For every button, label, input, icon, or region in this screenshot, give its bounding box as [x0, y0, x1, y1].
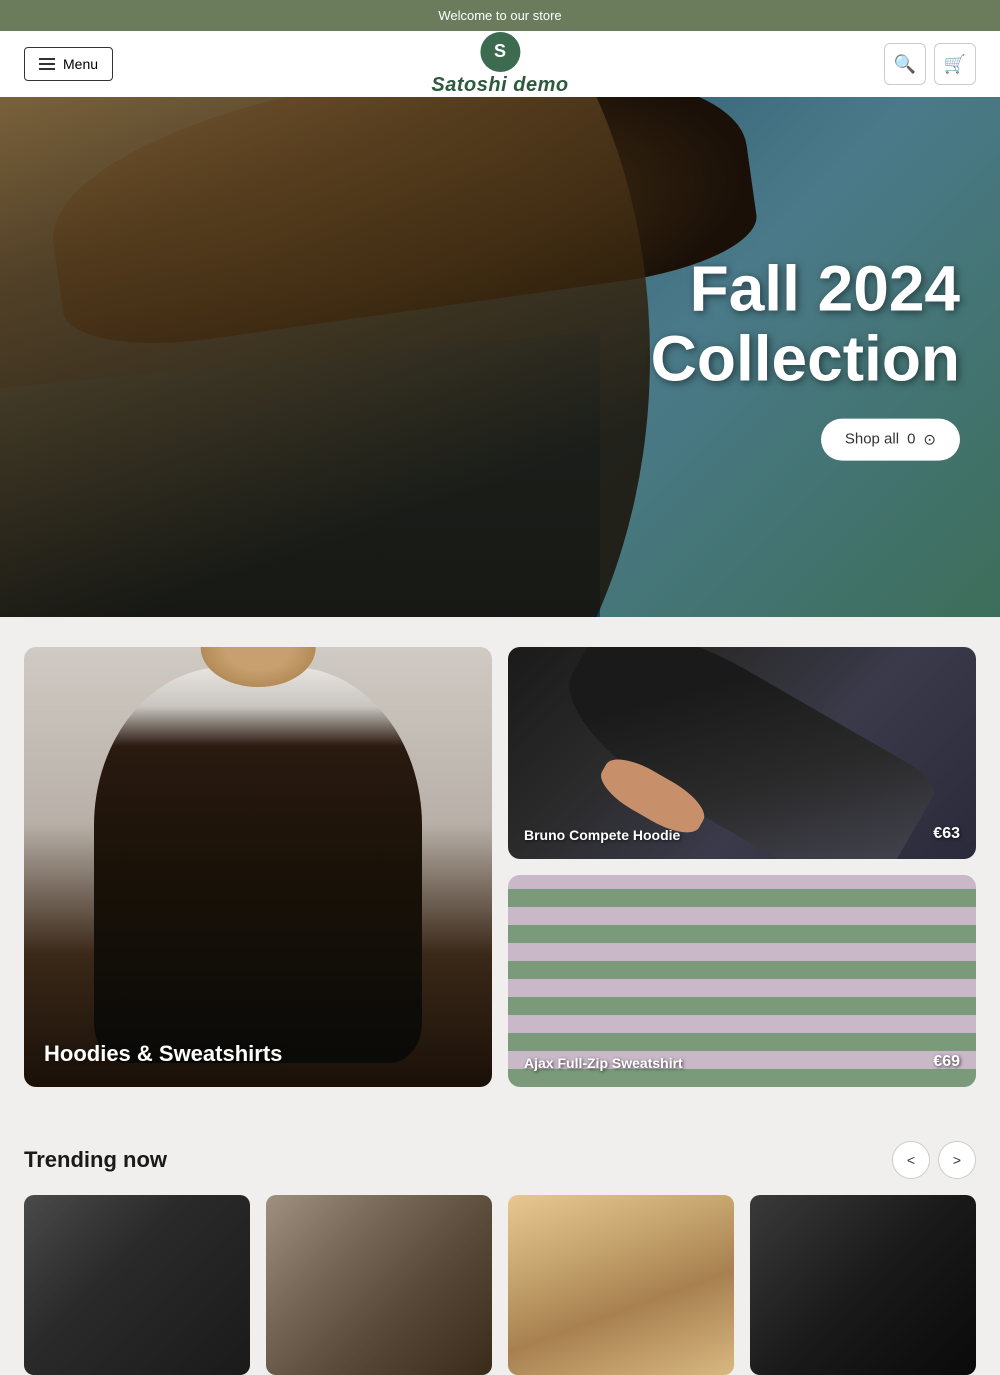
cart-icon: 🛒 [944, 54, 966, 75]
bruno-hoodie-name: Bruno Compete Hoodie [524, 827, 680, 843]
hero-title-line1: Fall 2024 [690, 253, 960, 325]
logo-circle: S [480, 32, 520, 72]
chevron-right-icon: > [953, 1152, 961, 1168]
hoodie-figure [94, 667, 422, 1063]
store-name: Satoshi demo [431, 74, 568, 97]
product-grid: Hoodies & Sweatshirts Bruno Compete Hood… [24, 647, 976, 1087]
trending-card-1[interactable] [24, 1195, 250, 1375]
product-card-bruno[interactable]: Bruno Compete Hoodie €63 [508, 647, 976, 859]
trending-card-4-image [750, 1195, 976, 1375]
shop-all-label: Shop all [845, 431, 899, 448]
trending-card-2[interactable] [266, 1195, 492, 1375]
bruno-hoodie-price: €63 [933, 825, 960, 843]
hamburger-icon [39, 58, 55, 70]
hero-person-overlay [0, 97, 650, 617]
trending-card-4[interactable] [750, 1195, 976, 1375]
shop-all-count: 0 [907, 431, 915, 448]
hero-section: Fall 2024 Collection Shop all 0 ⊙ [0, 97, 1000, 617]
hero-content: Fall 2024 Collection Shop all 0 ⊙ [651, 254, 960, 461]
trending-title: Trending now [24, 1147, 167, 1173]
product-grid-section: Hoodies & Sweatshirts Bruno Compete Hood… [0, 617, 1000, 1117]
hero-title-line2: Collection [651, 323, 960, 395]
hero-title: Fall 2024 Collection [651, 254, 960, 395]
store-logo[interactable]: S Satoshi demo [431, 32, 568, 97]
menu-label: Menu [63, 56, 98, 72]
header: Menu S Satoshi demo 🔍 🛒 [0, 31, 1000, 97]
product-cards-right: Bruno Compete Hoodie €63 Ajax Full-Zip S… [508, 647, 976, 1087]
search-icon: 🔍 [894, 54, 916, 75]
hoodie-category-bg [24, 647, 492, 1087]
category-large-label: Hoodies & Sweatshirts [44, 1041, 282, 1067]
shop-all-button[interactable]: Shop all 0 ⊙ [821, 418, 960, 460]
trending-header: Trending now < > [24, 1141, 976, 1179]
chevron-left-icon: < [907, 1152, 915, 1168]
trending-cards [24, 1195, 976, 1375]
trending-card-3-image [508, 1195, 734, 1375]
logo-letter: S [494, 41, 506, 62]
search-button[interactable]: 🔍 [884, 43, 926, 85]
trending-section: Trending now < > [0, 1117, 1000, 1375]
hoodie-head [201, 647, 316, 687]
product-card-ajax[interactable]: Ajax Full-Zip Sweatshirt €69 [508, 875, 976, 1087]
menu-button[interactable]: Menu [24, 47, 113, 81]
category-card-large[interactable]: Hoodies & Sweatshirts [24, 647, 492, 1087]
trending-card-2-image [266, 1195, 492, 1375]
header-actions: 🔍 🛒 [884, 43, 976, 85]
carousel-controls: < > [892, 1141, 976, 1179]
ajax-sweatshirt-price: €69 [933, 1053, 960, 1071]
carousel-next-button[interactable]: > [938, 1141, 976, 1179]
trending-card-3[interactable] [508, 1195, 734, 1375]
trending-card-1-image [24, 1195, 250, 1375]
announcement-text: Welcome to our store [438, 8, 561, 23]
announcement-bar: Welcome to our store [0, 0, 1000, 31]
arrow-circle-icon: ⊙ [923, 430, 936, 448]
carousel-prev-button[interactable]: < [892, 1141, 930, 1179]
cart-button[interactable]: 🛒 [934, 43, 976, 85]
ajax-sweatshirt-name: Ajax Full-Zip Sweatshirt [524, 1055, 683, 1071]
